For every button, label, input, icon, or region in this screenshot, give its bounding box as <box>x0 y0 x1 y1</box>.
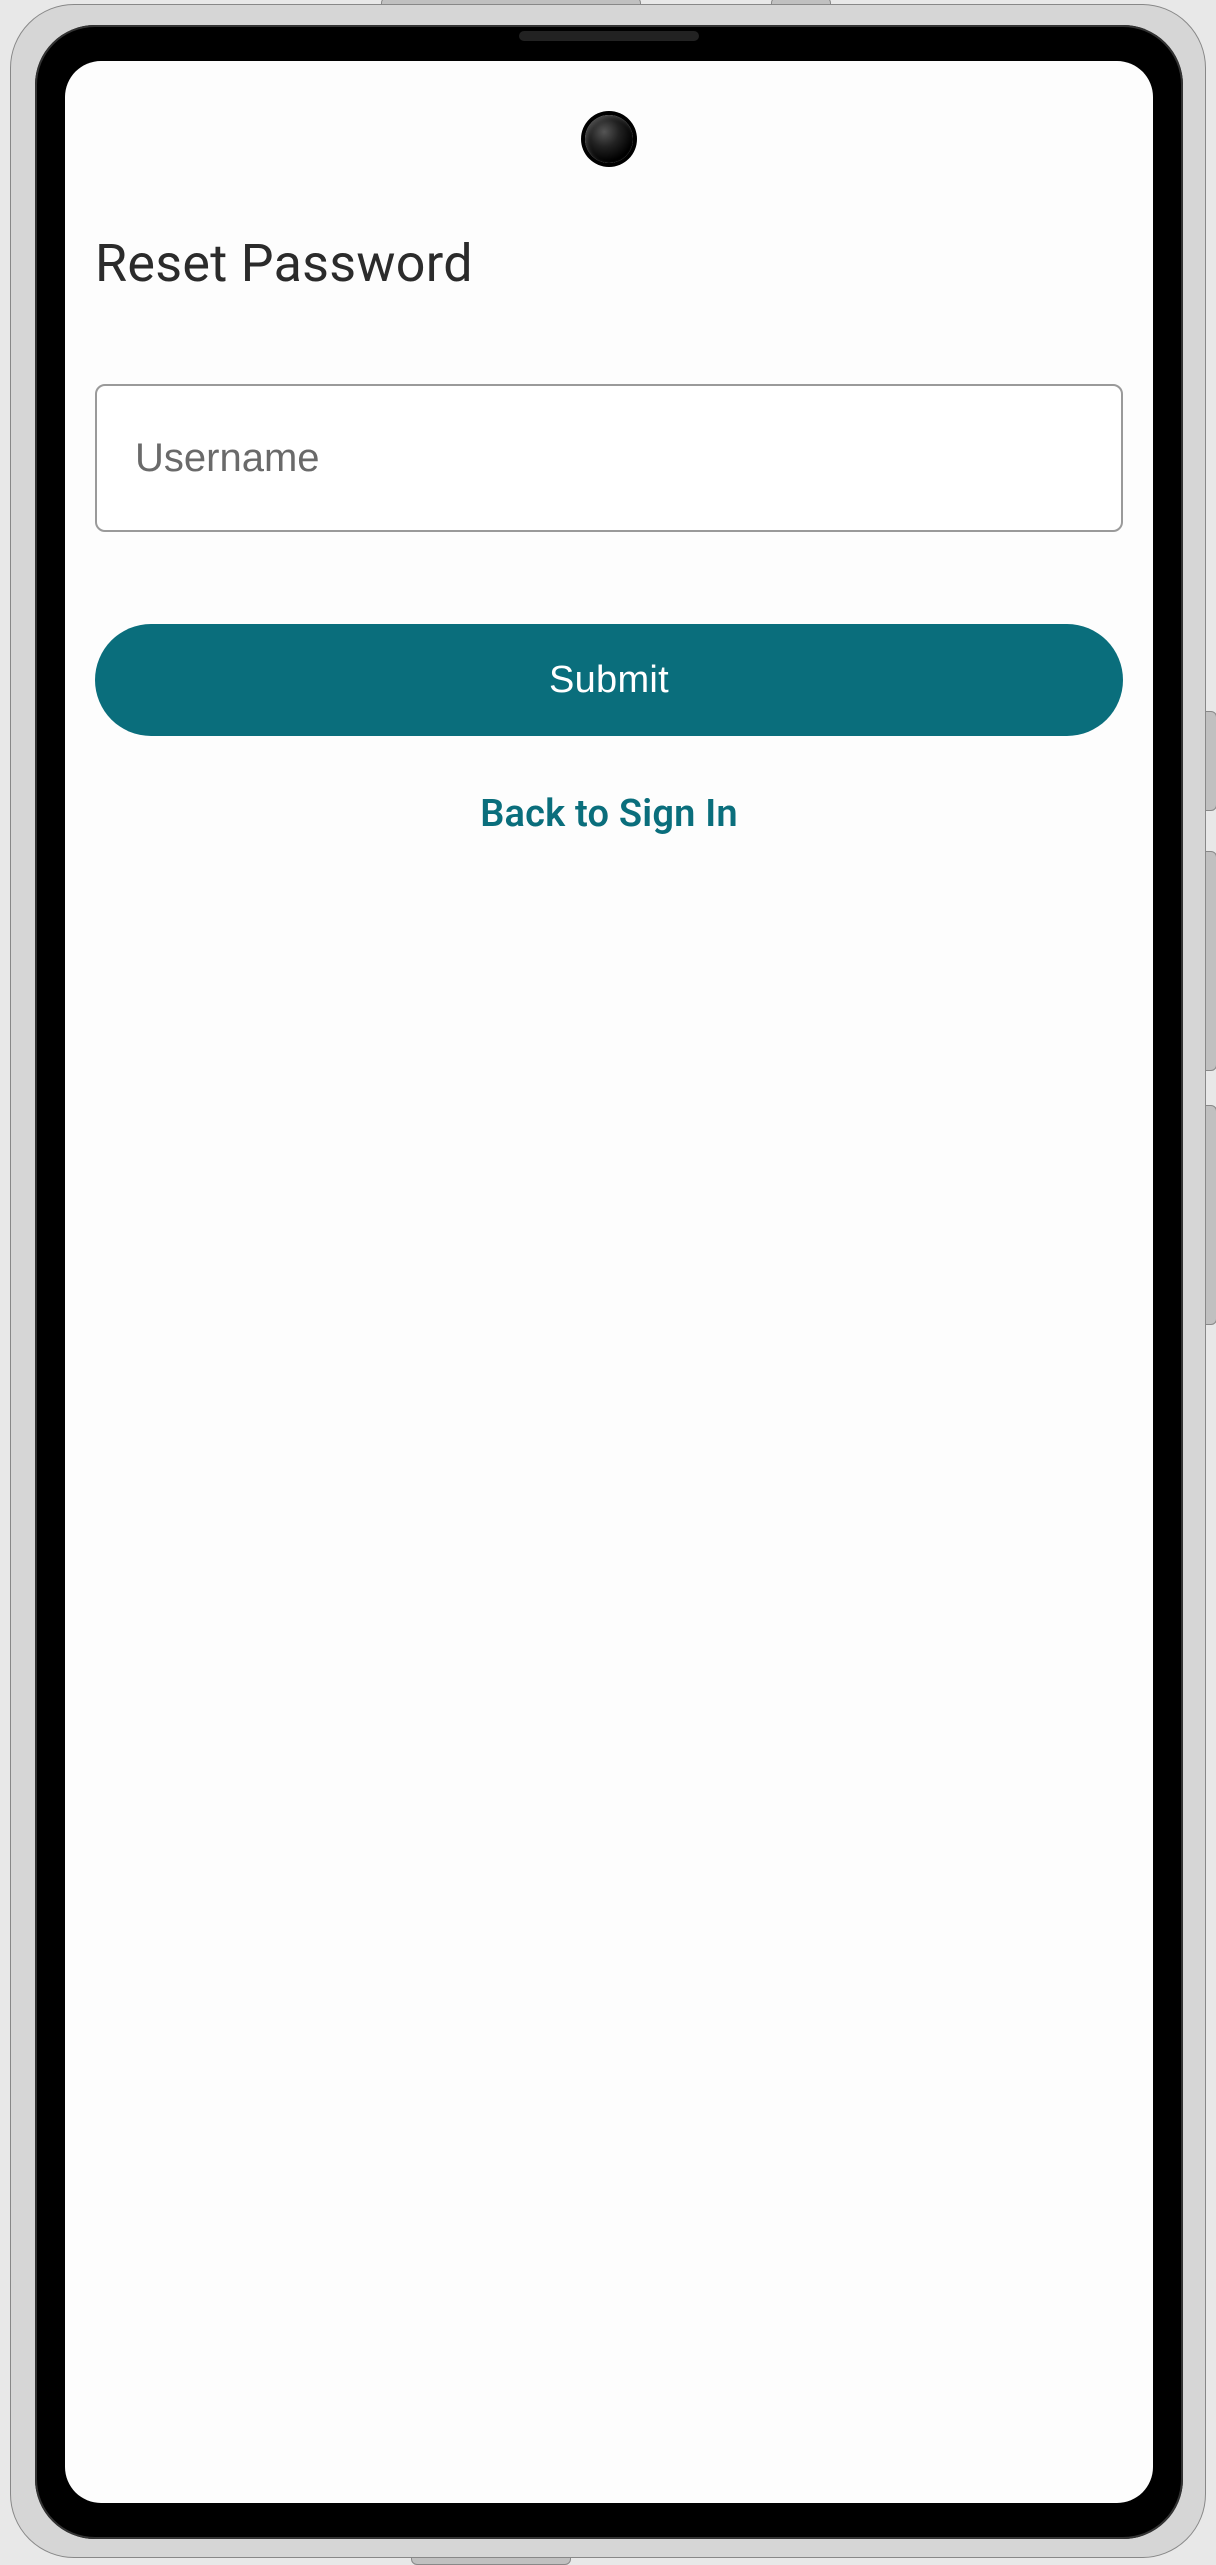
device-camera-icon <box>585 115 633 163</box>
device-top-slot <box>381 0 641 5</box>
device-volume-up-button <box>1205 851 1216 1071</box>
device-side-button <box>1205 711 1216 811</box>
device-speaker <box>519 31 699 41</box>
device-frame-outer: Reset Password Submit Back to Sign In <box>10 4 1206 2558</box>
device-top-slot <box>771 0 831 5</box>
device-screen: Reset Password Submit Back to Sign In <box>65 61 1153 2503</box>
app-content: Reset Password Submit Back to Sign In <box>65 61 1153 2503</box>
username-input[interactable] <box>95 384 1123 532</box>
device-volume-down-button <box>1205 1105 1216 1325</box>
back-to-sign-in-link[interactable]: Back to Sign In <box>95 792 1123 836</box>
device-bottom-port <box>411 2557 571 2565</box>
submit-button[interactable]: Submit <box>95 624 1123 736</box>
page-title: Reset Password <box>95 233 1123 294</box>
device-body: Reset Password Submit Back to Sign In <box>35 25 1183 2539</box>
